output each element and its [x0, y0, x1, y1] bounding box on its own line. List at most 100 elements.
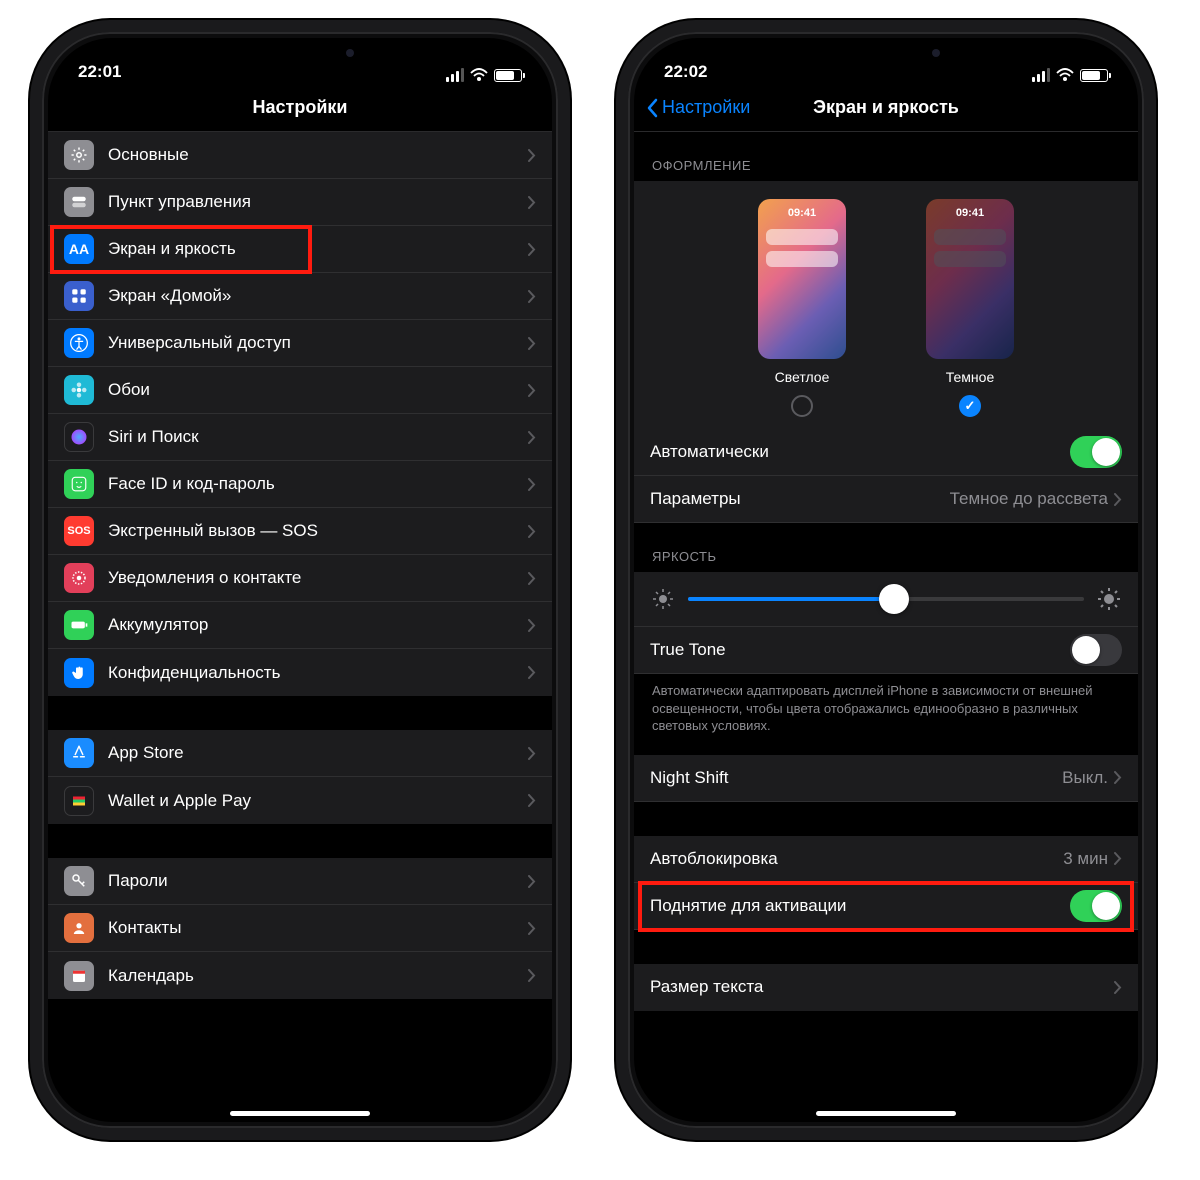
chevron-right-icon	[528, 794, 536, 807]
radio-unchecked-icon[interactable]	[791, 395, 813, 417]
battery-icon	[1080, 69, 1108, 82]
settings-row-aa[interactable]: AAЭкран и яркость	[48, 226, 552, 273]
automatic-toggle[interactable]	[1070, 436, 1122, 468]
section-header-appearance: ОФОРМЛЕНИЕ	[634, 132, 1138, 181]
chevron-right-icon	[528, 149, 536, 162]
wifi-icon	[470, 68, 488, 82]
sun-small-icon	[652, 588, 674, 610]
row-label: Пароли	[108, 871, 528, 891]
row-autolock[interactable]: Автоблокировка 3 мин	[634, 836, 1138, 883]
chevron-right-icon	[1114, 493, 1122, 506]
siri-icon	[64, 422, 94, 452]
truetone-label: True Tone	[650, 640, 1070, 660]
chevron-right-icon	[528, 384, 536, 397]
settings-row-siri[interactable]: Siri и Поиск	[48, 414, 552, 461]
settings-row-gear[interactable]: Основные	[48, 132, 552, 179]
settings-row-battery[interactable]: Аккумулятор	[48, 602, 552, 649]
radio-checked-icon[interactable]	[959, 395, 981, 417]
textsize-label: Размер текста	[650, 977, 1114, 997]
row-automatic: Автоматически	[634, 429, 1138, 476]
notch	[190, 38, 410, 68]
row-options[interactable]: Параметры Темное до рассвета	[634, 476, 1138, 523]
phone-right: 22:02 Настройки Экран и яркость ОФОРМЛЕН…	[616, 20, 1156, 1140]
chevron-right-icon	[528, 243, 536, 256]
row-label: Экстренный вызов — SOS	[108, 521, 528, 541]
page-title: Настройки	[253, 97, 348, 118]
row-label: Пункт управления	[108, 192, 528, 212]
appearance-option-light[interactable]: 09:41 Светлое	[758, 199, 846, 417]
settings-row-bell[interactable]: Уведомления о контакте	[48, 555, 552, 602]
settings-row-flower[interactable]: Обои	[48, 367, 552, 414]
dark-preview-icon: 09:41	[926, 199, 1014, 359]
display-settings[interactable]: ОФОРМЛЕНИЕ 09:41 Светлое 09:41 Темное	[634, 132, 1138, 1112]
autolock-value: 3 мин	[1063, 849, 1108, 869]
chevron-left-icon	[646, 98, 658, 118]
truetone-toggle[interactable]	[1070, 634, 1122, 666]
chevron-right-icon	[528, 196, 536, 209]
settings-list[interactable]: Основные Пункт управления AAЭкран и яркост…	[48, 132, 552, 1112]
light-label: Светлое	[775, 369, 830, 385]
row-label: Основные	[108, 145, 528, 165]
autolock-label: Автоблокировка	[650, 849, 1063, 869]
appstore-icon	[64, 738, 94, 768]
appearance-option-dark[interactable]: 09:41 Темное	[926, 199, 1014, 417]
nightshift-label: Night Shift	[650, 768, 1062, 788]
sos-icon: SOS	[64, 516, 94, 546]
chevron-right-icon	[528, 290, 536, 303]
settings-row-calendar[interactable]: Календарь	[48, 952, 552, 999]
row-raise-to-wake: Поднятие для активации	[634, 883, 1138, 930]
settings-row-grid[interactable]: Экран «Домой»	[48, 273, 552, 320]
row-label: Siri и Поиск	[108, 427, 528, 447]
settings-row-wallet[interactable]: Wallet и Apple Pay	[48, 777, 552, 824]
brightness-slider[interactable]	[688, 584, 1084, 614]
settings-row-hand[interactable]: Конфиденциальность	[48, 649, 552, 696]
row-label: Экран и яркость	[108, 239, 528, 259]
home-indicator[interactable]	[230, 1111, 370, 1116]
chevron-right-icon	[528, 525, 536, 538]
page-title: Экран и яркость	[813, 97, 959, 118]
row-label: Face ID и код-пароль	[108, 474, 528, 494]
row-label: App Store	[108, 743, 528, 763]
row-label: Конфиденциальность	[108, 663, 528, 683]
settings-row-face[interactable]: Face ID и код-пароль	[48, 461, 552, 508]
chevron-right-icon	[1114, 981, 1122, 994]
calendar-icon	[64, 961, 94, 991]
nightshift-value: Выкл.	[1062, 768, 1108, 788]
key-icon	[64, 866, 94, 896]
row-label: Уведомления о контакте	[108, 568, 528, 588]
settings-row-switch[interactable]: Пункт управления	[48, 179, 552, 226]
options-label: Параметры	[650, 489, 950, 509]
row-label: Календарь	[108, 966, 528, 986]
settings-row-sos[interactable]: SOS Экстренный вызов — SOS	[48, 508, 552, 555]
status-time: 22:02	[664, 62, 707, 82]
battery-icon	[494, 69, 522, 82]
chevron-right-icon	[528, 337, 536, 350]
row-label: Контакты	[108, 918, 528, 938]
settings-row-appstore[interactable]: App Store	[48, 730, 552, 777]
chevron-right-icon	[528, 969, 536, 982]
back-button[interactable]: Настройки	[646, 97, 750, 118]
screen-right: 22:02 Настройки Экран и яркость ОФОРМЛЕН…	[634, 38, 1138, 1122]
switch-icon	[64, 187, 94, 217]
contacts-icon	[64, 913, 94, 943]
row-textsize[interactable]: Размер текста	[634, 964, 1138, 1011]
home-indicator[interactable]	[816, 1111, 956, 1116]
cellular-icon	[1032, 68, 1050, 82]
row-label: Универсальный доступ	[108, 333, 528, 353]
bell-icon	[64, 563, 94, 593]
raise-label: Поднятие для активации	[650, 896, 1070, 916]
face-icon	[64, 469, 94, 499]
row-nightshift[interactable]: Night Shift Выкл.	[634, 755, 1138, 802]
gear-icon	[64, 140, 94, 170]
raise-toggle[interactable]	[1070, 890, 1122, 922]
chevron-right-icon	[528, 431, 536, 444]
chevron-right-icon	[528, 666, 536, 679]
chevron-right-icon	[528, 478, 536, 491]
chevron-right-icon	[528, 572, 536, 585]
automatic-label: Автоматически	[650, 442, 1070, 462]
status-right	[446, 68, 522, 82]
settings-row-key[interactable]: Пароли	[48, 858, 552, 905]
phone-left: 22:01 Настройки ОсновныеПункт управления…	[30, 20, 570, 1140]
settings-row-contacts[interactable]: Контакты	[48, 905, 552, 952]
settings-row-access[interactable]: Универсальный доступ	[48, 320, 552, 367]
